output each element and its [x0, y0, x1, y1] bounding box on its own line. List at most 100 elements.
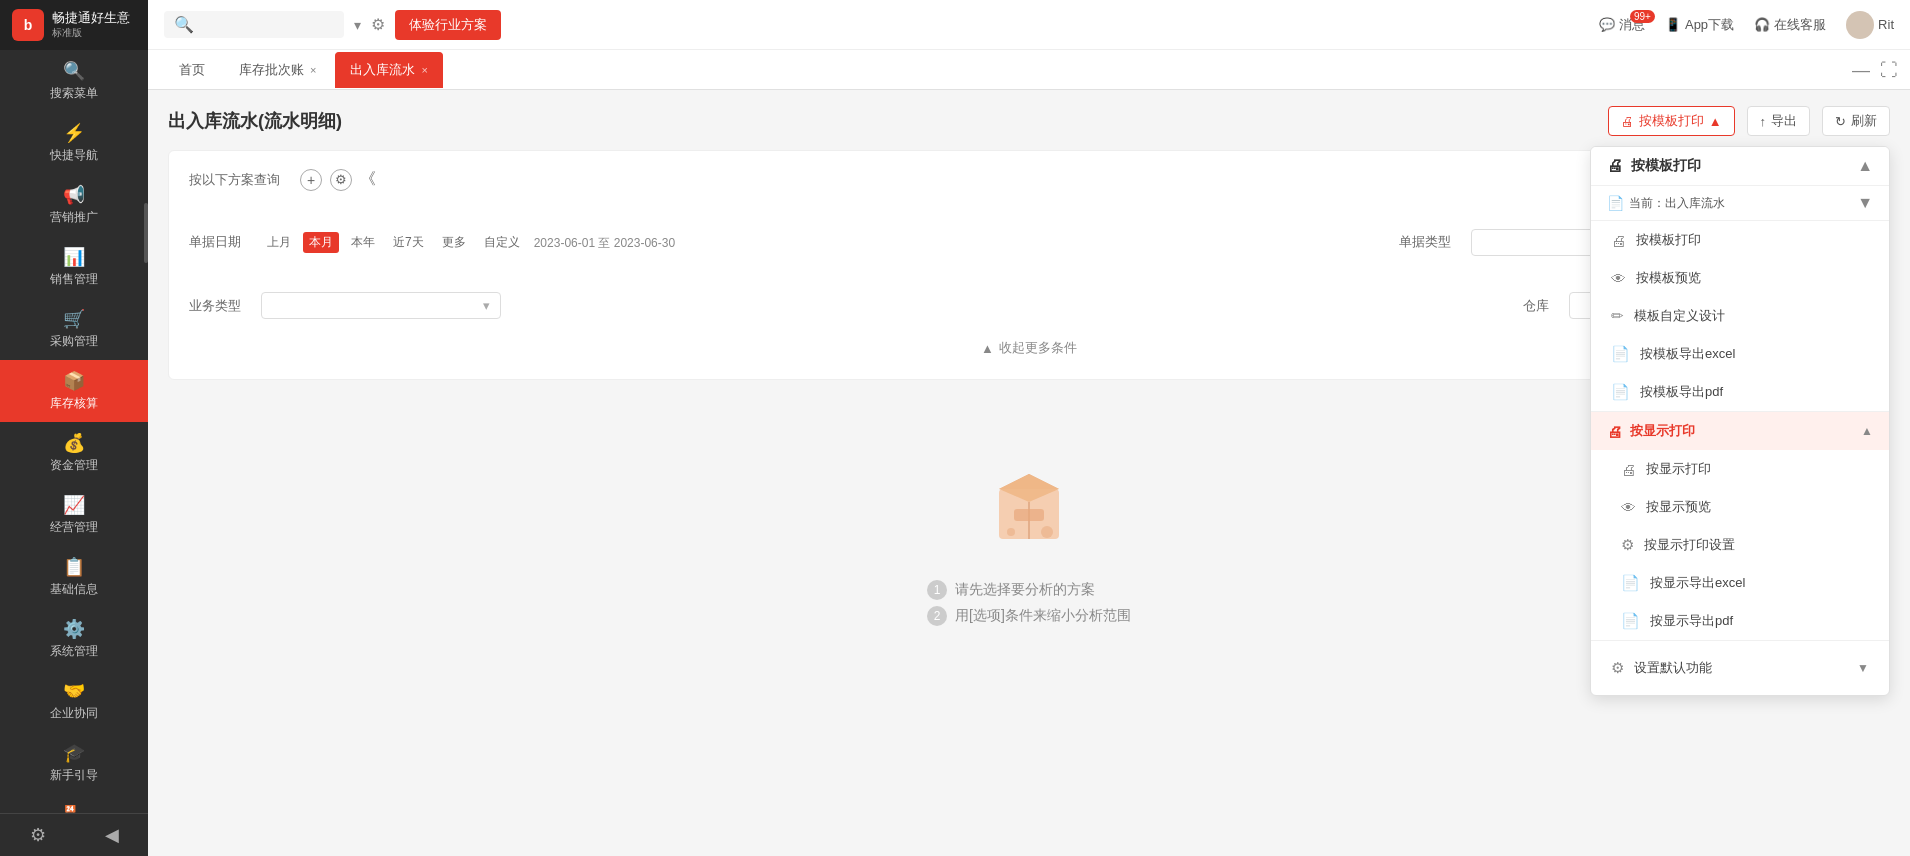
tab-flow[interactable]: 出入库流水 × [335, 52, 442, 88]
tab-inventory-batch[interactable]: 库存批次账 × [224, 52, 331, 88]
dropdown-collapse-icon[interactable]: ▲ [1857, 157, 1873, 175]
tab-inventory-batch-label: 库存批次账 [239, 61, 304, 79]
current-template-label: 当前：出入库流水 [1629, 195, 1725, 212]
export-icon: ↑ [1760, 114, 1767, 129]
business-type-select[interactable]: ▾ [261, 292, 501, 319]
set-default-label: 设置默认功能 [1634, 659, 1712, 677]
display-preview-label: 按显示预览 [1646, 498, 1711, 516]
dropdown-title: 🖨 按模板打印 [1607, 157, 1701, 175]
sidebar-item-label: 销售管理 [50, 271, 98, 288]
display-preview-item[interactable]: 👁 按显示预览 [1601, 488, 1889, 526]
sidebar-item-quick-nav[interactable]: ⚡ 快捷导航 [0, 112, 148, 174]
headset-icon: 🎧 [1754, 17, 1770, 32]
sidebar-item-appstore[interactable]: 🏪 应用中心 [0, 794, 148, 813]
sidebar-item-system[interactable]: ⚙️ 系统管理 [0, 608, 148, 670]
collapse-sidebar-icon[interactable]: ◀ [105, 824, 119, 846]
minimize-icon[interactable]: — [1852, 59, 1870, 80]
display-print-section-header[interactable]: 🖨 按显示打印 ▲ [1591, 412, 1889, 450]
messages-button[interactable]: 💬 消息 99+ [1599, 16, 1645, 34]
sidebar-item-label: 基础信息 [50, 581, 98, 598]
sales-icon: 📊 [63, 246, 85, 268]
edition-label: 标准版 [52, 26, 130, 40]
default-settings-icon: ⚙ [1611, 659, 1624, 677]
date-chip-this-year[interactable]: 本年 [345, 232, 381, 253]
template-pdf-label: 按模板导出pdf [1640, 383, 1723, 401]
filter-collapse-button[interactable]: 《 [360, 169, 376, 190]
settings-icon[interactable]: ⚙ [30, 824, 46, 846]
warehouse-label: 仓库 [1523, 297, 1549, 315]
tab-home[interactable]: 首页 [164, 52, 220, 88]
template-excel-label: 按模板导出excel [1640, 345, 1735, 363]
svg-rect-4 [1014, 509, 1044, 521]
sidebar-item-inventory[interactable]: 📦 库存核算 [0, 360, 148, 422]
display-print-section-label: 按显示打印 [1630, 422, 1695, 440]
app-download-label: App下载 [1685, 16, 1734, 34]
template-design-item[interactable]: ✏ 模板自定义设计 [1591, 297, 1889, 335]
sidebar-item-marketing[interactable]: 📢 营销推广 [0, 174, 148, 236]
section2-arrow-icon[interactable]: ▲ [1861, 424, 1873, 438]
date-chip-last-month[interactable]: 上月 [261, 232, 297, 253]
sidebar-item-search[interactable]: 🔍 搜索菜单 [0, 50, 148, 112]
close-flow-icon[interactable]: × [421, 64, 427, 76]
maximize-icon[interactable]: ⛶ [1880, 59, 1898, 80]
settings-gear-icon[interactable]: ⚙ [371, 15, 385, 34]
sidebar-item-operation[interactable]: 📈 经营管理 [0, 484, 148, 546]
filter-add-button[interactable]: + [300, 169, 322, 191]
display-print-item[interactable]: 🖨 按显示打印 [1601, 450, 1889, 488]
export-button[interactable]: ↑ 导出 [1747, 106, 1811, 136]
operation-icon: 📈 [63, 494, 85, 516]
current-arrow-icon[interactable]: ▼ [1857, 194, 1873, 212]
template-print-item[interactable]: 🖨 按模板打印 [1591, 221, 1889, 259]
sidebar-bottom: ⚙ ◀ [0, 813, 148, 856]
online-service-button[interactable]: 🎧 在线客服 [1754, 16, 1826, 34]
sidebar-item-guide[interactable]: 🎓 新手引导 [0, 732, 148, 794]
display-pdf-item[interactable]: 📄 按显示导出pdf [1601, 602, 1889, 640]
print-template-button[interactable]: 🖨 按模板打印 ▲ [1608, 106, 1735, 136]
date-chip-this-month[interactable]: 本月 [303, 232, 339, 253]
topbar-search-container: 🔍 [164, 11, 344, 38]
sidebar-item-label: 系统管理 [50, 643, 98, 660]
dropdown-arrow-icon[interactable]: ▾ [354, 17, 361, 33]
dropdown-header: 🖨 按模板打印 ▲ [1591, 147, 1889, 186]
date-chip-more[interactable]: 更多 [436, 232, 472, 253]
display-print-section: 🖨 按显示打印 ▲ 🖨 按显示打印 👁 [1591, 411, 1889, 640]
sidebar-item-base[interactable]: 📋 基础信息 [0, 546, 148, 608]
print-dropdown-panel: 🖨 按模板打印 ▲ 📄 当前：出入库流水 ▼ [1590, 146, 1890, 696]
template-excel-icon: 📄 [1611, 345, 1630, 363]
close-inventory-batch-icon[interactable]: × [310, 64, 316, 76]
filter-settings-button[interactable]: ⚙ [330, 169, 352, 191]
user-profile[interactable]: Rit [1846, 11, 1894, 39]
username-label: Rit [1878, 17, 1894, 32]
search-input[interactable] [198, 17, 338, 32]
template-print-label: 按模板打印 [1636, 231, 1701, 249]
template-preview-item[interactable]: 👁 按模板预览 [1591, 259, 1889, 297]
step-2-label: 用[选项]条件来缩小分析范围 [955, 607, 1131, 625]
sidebar-item-label: 新手引导 [50, 767, 98, 784]
date-label: 单据日期 [189, 233, 241, 251]
template-print-icon: 🖨 [1611, 232, 1626, 249]
template-pdf-item[interactable]: 📄 按模板导出pdf [1591, 373, 1889, 411]
page-actions: 🖨 按模板打印 ▲ ↑ 导出 ↻ 刷新 🖨 [1608, 106, 1890, 136]
set-default-item[interactable]: ⚙ 设置默认功能 ▼ [1607, 651, 1873, 685]
business-type-label: 业务类型 [189, 297, 241, 315]
display-excel-icon: 📄 [1621, 574, 1640, 592]
display-print-label: 按显示打印 [1646, 460, 1711, 478]
date-chip-custom[interactable]: 自定义 [478, 232, 526, 253]
empty-step-1: 1 请先选择要分析的方案 [927, 580, 1131, 600]
display-excel-item[interactable]: 📄 按显示导出excel [1601, 564, 1889, 602]
sidebar-item-finance[interactable]: 💰 资金管理 [0, 422, 148, 484]
sidebar-item-sales[interactable]: 📊 销售管理 [0, 236, 148, 298]
date-chip-7days[interactable]: 近7天 [387, 232, 430, 253]
refresh-label: 刷新 [1851, 112, 1877, 130]
print-icon: 🖨 [1621, 114, 1634, 129]
template-excel-item[interactable]: 📄 按模板导出excel [1591, 335, 1889, 373]
search-nav-icon: 🔍 [63, 60, 85, 82]
display-print-settings-item[interactable]: ⚙ 按显示打印设置 [1601, 526, 1889, 564]
refresh-button[interactable]: ↻ 刷新 [1822, 106, 1890, 136]
sidebar-item-purchase[interactable]: 🛒 采购管理 [0, 298, 148, 360]
trial-button[interactable]: 体验行业方案 [395, 10, 501, 40]
current-template: 📄 当前：出入库流水 [1607, 195, 1725, 212]
filter-actions: + ⚙ 《 [300, 169, 376, 191]
app-download-button[interactable]: 📱 App下载 [1665, 16, 1734, 34]
sidebar-item-corp[interactable]: 🤝 企业协同 [0, 670, 148, 732]
